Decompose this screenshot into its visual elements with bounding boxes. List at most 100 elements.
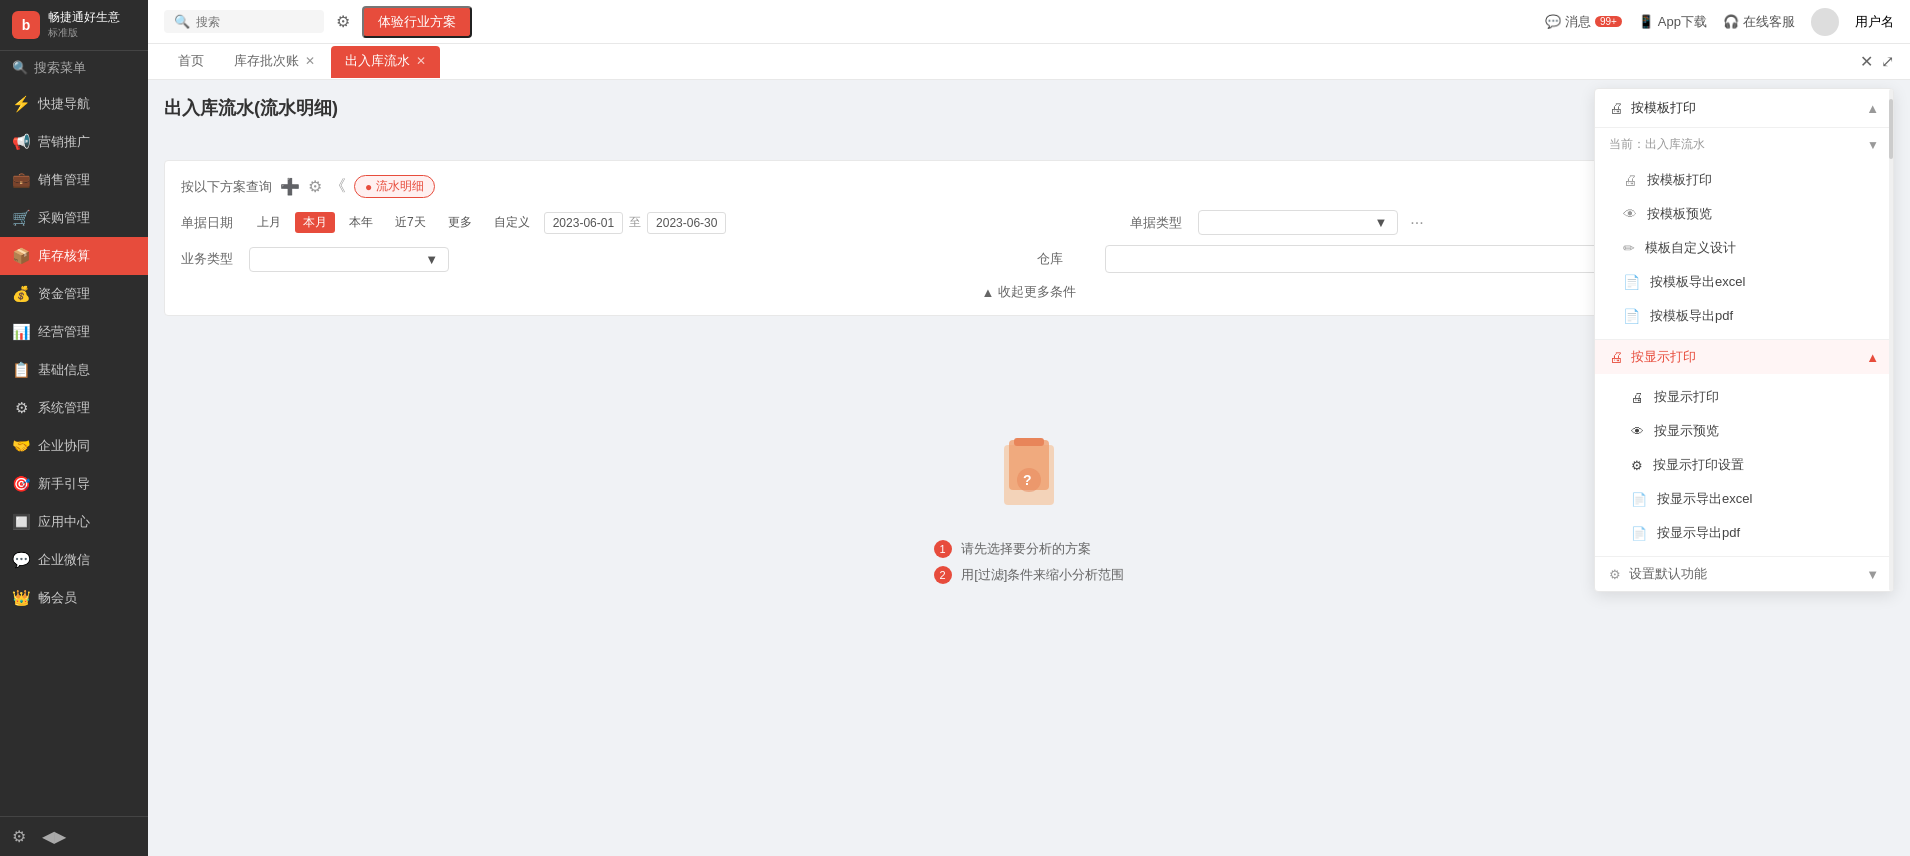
display-section-chevron: ▲ xyxy=(1866,350,1879,365)
topbar-search-input[interactable] xyxy=(196,15,314,29)
template-custom-icon: ✏ xyxy=(1623,240,1635,256)
avatar[interactable] xyxy=(1811,8,1839,36)
print-dropdown-panel: 🖨 按模板打印 ▲ 当前：出入库流水 ▼ 🖨 按模板打印 👁 按模板预览 xyxy=(1594,88,1894,592)
tab-batch-close[interactable]: ✕ xyxy=(305,54,315,68)
dropdown-item-display-excel[interactable]: 📄 按显示导出excel xyxy=(1595,482,1893,516)
display-excel-icon: 📄 xyxy=(1631,492,1647,507)
page-content-area: 出入库流水(流水明细) 🖨 按模板打印 ▲ 📤 导出 🔄 刷新 按以下方案查询 … xyxy=(148,80,1910,856)
display-section-items: 🖨 按显示打印 👁 按显示预览 ⚙ 按显示打印设置 📄 按显示导出excel 📄 xyxy=(1595,374,1893,556)
tab-flow-close[interactable]: ✕ xyxy=(416,54,426,68)
sidebar-item-sales[interactable]: 💼 销售管理 xyxy=(0,161,148,199)
app-download-btn[interactable]: 📱 App下载 xyxy=(1638,13,1707,31)
current-label: 当前：出入库流水 xyxy=(1609,136,1705,153)
display-settings-icon: ⚙ xyxy=(1631,458,1643,473)
footer-chevron-icon: ▼ xyxy=(1866,567,1879,582)
topbar-gear-icon[interactable]: ⚙ xyxy=(336,12,350,31)
sidebar: b 畅捷通好生意 标准版 🔍 搜索菜单 ⚡ 快捷导航 📢 营销推广 💼 销售管理… xyxy=(0,0,148,856)
sidebar-item-system[interactable]: ⚙ 系统管理 xyxy=(0,389,148,427)
vip-icon: 👑 xyxy=(12,589,30,607)
filter-settings-btn[interactable]: ⚙ xyxy=(308,177,322,196)
sidebar-item-marketing[interactable]: 📢 营销推广 xyxy=(0,123,148,161)
sales-icon: 💼 xyxy=(12,171,30,189)
current-chevron-icon: ▼ xyxy=(1867,138,1879,152)
tab-home[interactable]: 首页 xyxy=(164,46,218,78)
sidebar-search[interactable]: 🔍 搜索菜单 xyxy=(0,51,148,85)
dropdown-item-template-preview[interactable]: 👁 按模板预览 xyxy=(1595,197,1893,231)
date-btn-this-year[interactable]: 本年 xyxy=(341,212,381,233)
warehouse-label: 仓库 xyxy=(1037,250,1097,268)
dropdown-chevron-up-icon[interactable]: ▲ xyxy=(1866,101,1879,116)
topbar-right: 💬 消息 99+ 📱 App下载 🎧 在线客服 用户名 xyxy=(1545,8,1894,36)
online-service-btn[interactable]: 🎧 在线客服 xyxy=(1723,13,1795,31)
filter-tag-flow[interactable]: ● 流水明细 xyxy=(354,175,435,198)
sidebar-item-collab[interactable]: 🤝 企业协同 xyxy=(0,427,148,465)
display-print-icon: 🖨 xyxy=(1631,390,1644,405)
dropdown-item-display-preview[interactable]: 👁 按显示预览 xyxy=(1595,414,1893,448)
main-content: 🔍 ⚙ 体验行业方案 💬 消息 99+ 📱 App下载 🎧 在线客服 用户名 xyxy=(148,0,1910,856)
tab-batch[interactable]: 库存批次账 ✕ xyxy=(220,46,329,78)
dropdown-footer[interactable]: ⚙ 设置默认功能 ▼ xyxy=(1595,556,1893,591)
type-more-btn[interactable]: ··· xyxy=(1410,214,1423,232)
collapse-sidebar-icon[interactable]: ◀▶ xyxy=(42,827,66,846)
message-btn[interactable]: 💬 消息 99+ xyxy=(1545,13,1622,31)
biz-type-label: 业务类型 xyxy=(181,250,241,268)
dropdown-header-icon: 🖨 xyxy=(1609,100,1623,116)
date-btn-this-month[interactable]: 本月 xyxy=(295,212,335,233)
search-icon: 🔍 xyxy=(12,60,28,75)
display-section-header[interactable]: 🖨 按显示打印 ▲ xyxy=(1595,340,1893,374)
scrollbar[interactable] xyxy=(1889,89,1893,591)
filter-collapse-icon[interactable]: 《 xyxy=(330,176,346,197)
tabs-bar: 首页 库存批次账 ✕ 出入库流水 ✕ ✕ ⤢ xyxy=(148,44,1910,80)
topbar-search-icon: 🔍 xyxy=(174,14,190,29)
sidebar-bottom: ⚙ ◀▶ xyxy=(0,816,148,856)
logo-text: 畅捷通好生意 标准版 xyxy=(48,10,120,40)
biz-type-select[interactable]: ▼ xyxy=(249,247,449,272)
dropdown-item-display-pdf[interactable]: 📄 按显示导出pdf xyxy=(1595,516,1893,550)
filter-add-btn[interactable]: ➕ xyxy=(280,177,300,196)
guide-icon: 🎯 xyxy=(12,475,30,493)
sidebar-item-apps[interactable]: 🔲 应用中心 xyxy=(0,503,148,541)
sidebar-item-operation[interactable]: 📊 经营管理 xyxy=(0,313,148,351)
marketing-icon: 📢 xyxy=(12,133,30,151)
industry-btn[interactable]: 体验行业方案 xyxy=(362,6,472,38)
sidebar-item-guide[interactable]: 🎯 新手引导 xyxy=(0,465,148,503)
apps-icon: 🔲 xyxy=(12,513,30,531)
sidebar-item-inventory[interactable]: 📦 库存核算 xyxy=(0,237,148,275)
date-btn-last-month[interactable]: 上月 xyxy=(249,212,289,233)
date-range-start[interactable]: 2023-06-01 xyxy=(544,212,623,234)
template-section: 🖨 按模板打印 👁 按模板预览 ✏ 模板自定义设计 📄 按模板导出excel 📄 xyxy=(1595,157,1893,339)
sidebar-item-finance[interactable]: 💰 资金管理 xyxy=(0,275,148,313)
dropdown-item-display-settings[interactable]: ⚙ 按显示打印设置 xyxy=(1595,448,1893,482)
dropdown-item-display-print[interactable]: 🖨 按显示打印 xyxy=(1595,380,1893,414)
dropdown-current[interactable]: 当前：出入库流水 ▼ xyxy=(1595,128,1893,157)
sidebar-item-purchase[interactable]: 🛒 采购管理 xyxy=(0,199,148,237)
display-preview-icon: 👁 xyxy=(1631,424,1644,439)
footer-settings-icon: ⚙ xyxy=(1609,567,1621,582)
svg-rect-2 xyxy=(1014,438,1044,446)
quick-nav-icon: ⚡ xyxy=(12,95,30,113)
sidebar-item-wechat[interactable]: 💬 企业微信 xyxy=(0,541,148,579)
dropdown-item-template-custom[interactable]: ✏ 模板自定义设计 xyxy=(1595,231,1893,265)
tab-flow[interactable]: 出入库流水 ✕ xyxy=(331,46,440,78)
sidebar-item-quick-nav[interactable]: ⚡ 快捷导航 xyxy=(0,85,148,123)
expand-tab-btn[interactable]: ⤢ xyxy=(1881,52,1894,71)
date-btn-more[interactable]: 更多 xyxy=(440,212,480,233)
dropdown-item-template-print[interactable]: 🖨 按模板打印 xyxy=(1595,163,1893,197)
message-icon: 💬 xyxy=(1545,14,1561,29)
phone-icon: 📱 xyxy=(1638,14,1654,29)
topbar-search-box[interactable]: 🔍 xyxy=(164,10,324,33)
type-select[interactable]: ▼ xyxy=(1198,210,1398,235)
date-btn-custom[interactable]: 自定义 xyxy=(486,212,538,233)
settings-bottom-icon[interactable]: ⚙ xyxy=(12,827,26,846)
dropdown-item-template-excel[interactable]: 📄 按模板导出excel xyxy=(1595,265,1893,299)
date-range-end[interactable]: 2023-06-30 xyxy=(647,212,726,234)
step1-num: 1 xyxy=(934,540,952,558)
type-label: 单据类型 xyxy=(1130,214,1190,232)
sidebar-item-base[interactable]: 📋 基础信息 xyxy=(0,351,148,389)
sidebar-item-vip[interactable]: 👑 畅会员 xyxy=(0,579,148,617)
close-tab-btn[interactable]: ✕ xyxy=(1860,52,1873,71)
date-range-to: 至 xyxy=(629,214,641,231)
date-btn-7days[interactable]: 近7天 xyxy=(387,212,434,233)
dropdown-item-template-pdf[interactable]: 📄 按模板导出pdf xyxy=(1595,299,1893,333)
inventory-icon: 📦 xyxy=(12,247,30,265)
